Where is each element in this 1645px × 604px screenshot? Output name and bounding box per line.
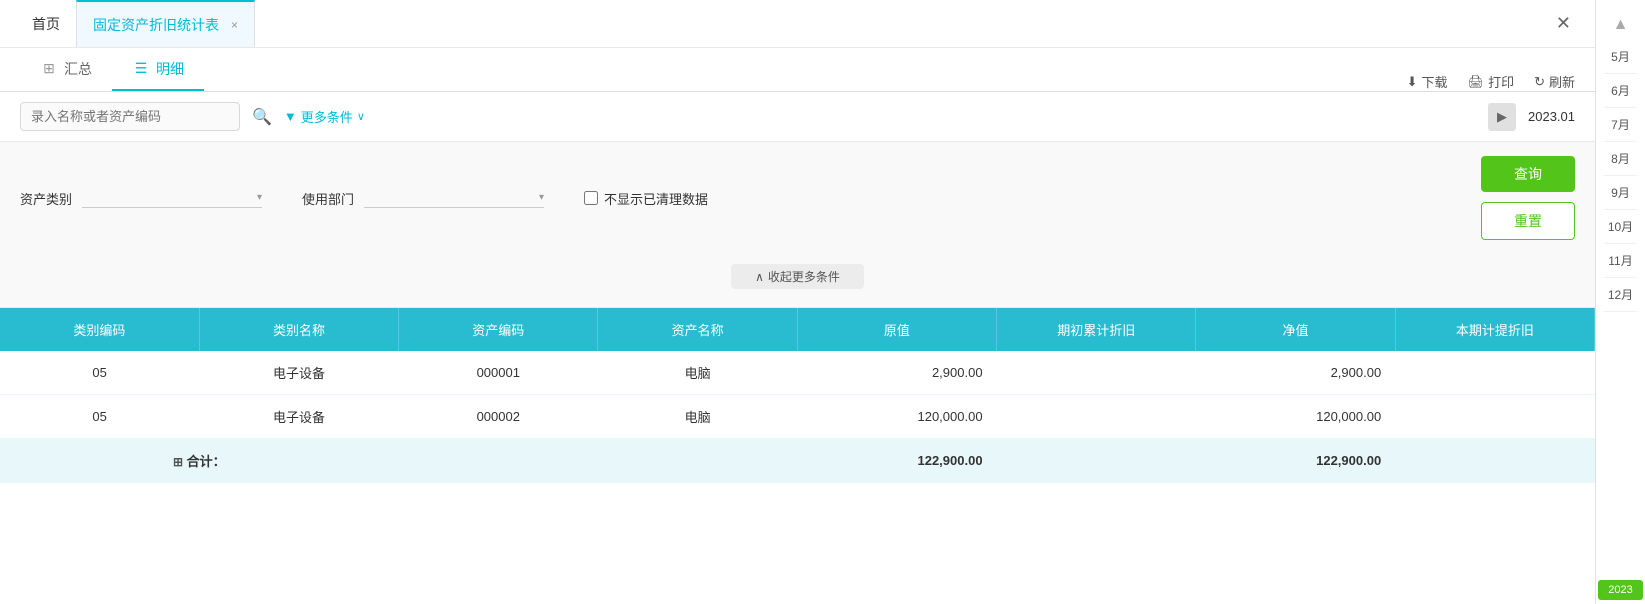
- cell-asset-name: 电脑: [598, 351, 797, 395]
- cell-current-depreciation: [1395, 351, 1594, 395]
- collapse-label: 收起更多条件: [768, 268, 840, 285]
- no-cleared-label: 不显示已清理数据: [604, 189, 708, 208]
- search-icon[interactable]: 🔍: [252, 107, 272, 127]
- cell-category-name: 电子设备: [199, 395, 398, 439]
- refresh-icon: ↻: [1534, 74, 1545, 90]
- cell-category-code: 05: [0, 351, 199, 395]
- table-total-row: ⊞ 合计： 122,900.00 122,900.00: [0, 439, 1595, 483]
- refresh-button[interactable]: ↻ 刷新: [1534, 72, 1575, 91]
- table-row: 05 电子设备 000002 电脑 120,000.00 120,000.00: [0, 395, 1595, 439]
- query-button[interactable]: 查询: [1481, 156, 1575, 192]
- month-item[interactable]: 10月: [1604, 210, 1637, 244]
- month-item[interactable]: 5月: [1604, 40, 1637, 74]
- cell-original-value: 120,000.00: [797, 395, 996, 439]
- cell-asset-code: 000002: [399, 395, 598, 439]
- filter-row: 资产类别 ▾ 使用部门 ▾ 不显示已清理数据 查询: [20, 156, 1575, 240]
- tab-summary[interactable]: ⊞ 汇总: [20, 48, 112, 91]
- current-date: 2023.01: [1528, 109, 1575, 124]
- nav-tab-title: 固定资产折旧统计表: [93, 15, 219, 35]
- asset-category-select[interactable]: ▾: [82, 188, 262, 208]
- nav-tab-close-icon[interactable]: ×: [231, 18, 238, 32]
- cell-accumulated-depreciation: [997, 395, 1196, 439]
- cell-net-value: 120,000.00: [1196, 395, 1395, 439]
- chevron-down-icon: ∨: [357, 110, 365, 123]
- col-header-category-name: 类别名称: [199, 308, 398, 351]
- print-icon: 🖨: [1468, 74, 1485, 90]
- window-close-button[interactable]: ✕: [1548, 9, 1579, 38]
- cell-category-code: 05: [0, 395, 199, 439]
- right-month-panel: ▲ 5月6月7月8月9月10月11月12月 2023: [1595, 0, 1645, 604]
- download-icon: ⬇: [1407, 74, 1418, 90]
- col-header-current-depreciation: 本期计提折旧: [1395, 308, 1594, 351]
- table-row: 05 电子设备 000001 电脑 2,900.00 2,900.00: [0, 351, 1595, 395]
- cell-original-value: 2,900.00: [797, 351, 996, 395]
- cell-accumulated-depreciation: [997, 351, 1196, 395]
- data-table: 类别编码 类别名称 资产编码 资产名称 原值 期初累计折旧 净值 本期计提折旧 …: [0, 308, 1595, 483]
- department-arrow-icon: ▾: [539, 192, 544, 203]
- refresh-label: 刷新: [1549, 72, 1575, 91]
- total-asset-name: [598, 439, 797, 483]
- asset-category-field: 资产类别 ▾: [20, 188, 262, 208]
- col-header-original-value: 原值: [797, 308, 996, 351]
- print-label: 打印: [1488, 72, 1514, 91]
- download-label: 下载: [1422, 72, 1448, 91]
- total-net-value: 122,900.00: [1196, 439, 1395, 483]
- asset-category-arrow-icon: ▾: [257, 192, 262, 203]
- col-header-asset-name: 资产名称: [598, 308, 797, 351]
- scroll-up-button[interactable]: ▲: [1596, 10, 1645, 40]
- total-asset-code: [399, 439, 598, 483]
- department-select[interactable]: ▾: [364, 188, 544, 208]
- tab-detail-label: 明细: [156, 59, 184, 79]
- year-badge: 2023: [1598, 580, 1642, 600]
- month-item[interactable]: 11月: [1604, 244, 1637, 278]
- month-item[interactable]: 6月: [1604, 74, 1637, 108]
- asset-category-label: 资产类别: [20, 189, 72, 208]
- total-accumulated-depreciation: [997, 439, 1196, 483]
- search-input[interactable]: [20, 102, 240, 131]
- department-field: 使用部门 ▾: [302, 188, 544, 208]
- col-header-category-code: 类别编码: [0, 308, 199, 351]
- total-label: ⊞ 合计：: [0, 439, 399, 483]
- no-cleared-group: 不显示已清理数据: [584, 189, 708, 208]
- summary-icon: ⊞: [40, 60, 58, 78]
- cell-asset-name: 电脑: [598, 395, 797, 439]
- col-header-accumulated-depreciation: 期初累计折旧: [997, 308, 1196, 351]
- more-conditions-label: 更多条件: [301, 107, 353, 126]
- download-button[interactable]: ⬇ 下载: [1407, 72, 1448, 91]
- month-item[interactable]: 9月: [1604, 176, 1637, 210]
- tab-detail[interactable]: ☰ 明细: [112, 48, 204, 91]
- month-item[interactable]: 8月: [1604, 142, 1637, 176]
- department-label: 使用部门: [302, 189, 354, 208]
- cell-net-value: 2,900.00: [1196, 351, 1395, 395]
- print-button[interactable]: 🖨 打印: [1468, 72, 1515, 91]
- col-header-net-value: 净值: [1196, 308, 1395, 351]
- no-cleared-checkbox[interactable]: [584, 191, 598, 205]
- month-item[interactable]: 7月: [1604, 108, 1637, 142]
- cell-asset-code: 000001: [399, 351, 598, 395]
- cell-category-name: 电子设备: [199, 351, 398, 395]
- nav-tab-fixed-assets[interactable]: 固定资产折旧统计表 ×: [76, 0, 255, 47]
- total-icon: ⊞: [173, 455, 183, 469]
- reset-button[interactable]: 重置: [1481, 202, 1575, 240]
- date-nav-right-button[interactable]: ▶: [1488, 103, 1516, 131]
- more-conditions-button[interactable]: ▼ 更多条件 ∨: [284, 107, 365, 126]
- col-header-asset-code: 资产编码: [399, 308, 598, 351]
- tab-summary-label: 汇总: [64, 59, 92, 79]
- chevron-up-icon: ∧: [755, 270, 764, 284]
- nav-home[interactable]: 首页: [16, 0, 76, 47]
- table-header-row: 类别编码 类别名称 资产编码 资产名称 原值 期初累计折旧 净值 本期计提折旧: [0, 308, 1595, 351]
- month-item[interactable]: 12月: [1604, 278, 1637, 312]
- collapse-conditions-button[interactable]: ∧ 收起更多条件: [731, 264, 864, 289]
- detail-icon: ☰: [132, 60, 150, 78]
- filter-icon: ▼: [284, 109, 297, 124]
- data-table-container: 类别编码 类别名称 资产编码 资产名称 原值 期初累计折旧 净值 本期计提折旧 …: [0, 308, 1595, 604]
- total-original-value: 122,900.00: [797, 439, 996, 483]
- total-current-depreciation: [1395, 439, 1594, 483]
- cell-current-depreciation: [1395, 395, 1594, 439]
